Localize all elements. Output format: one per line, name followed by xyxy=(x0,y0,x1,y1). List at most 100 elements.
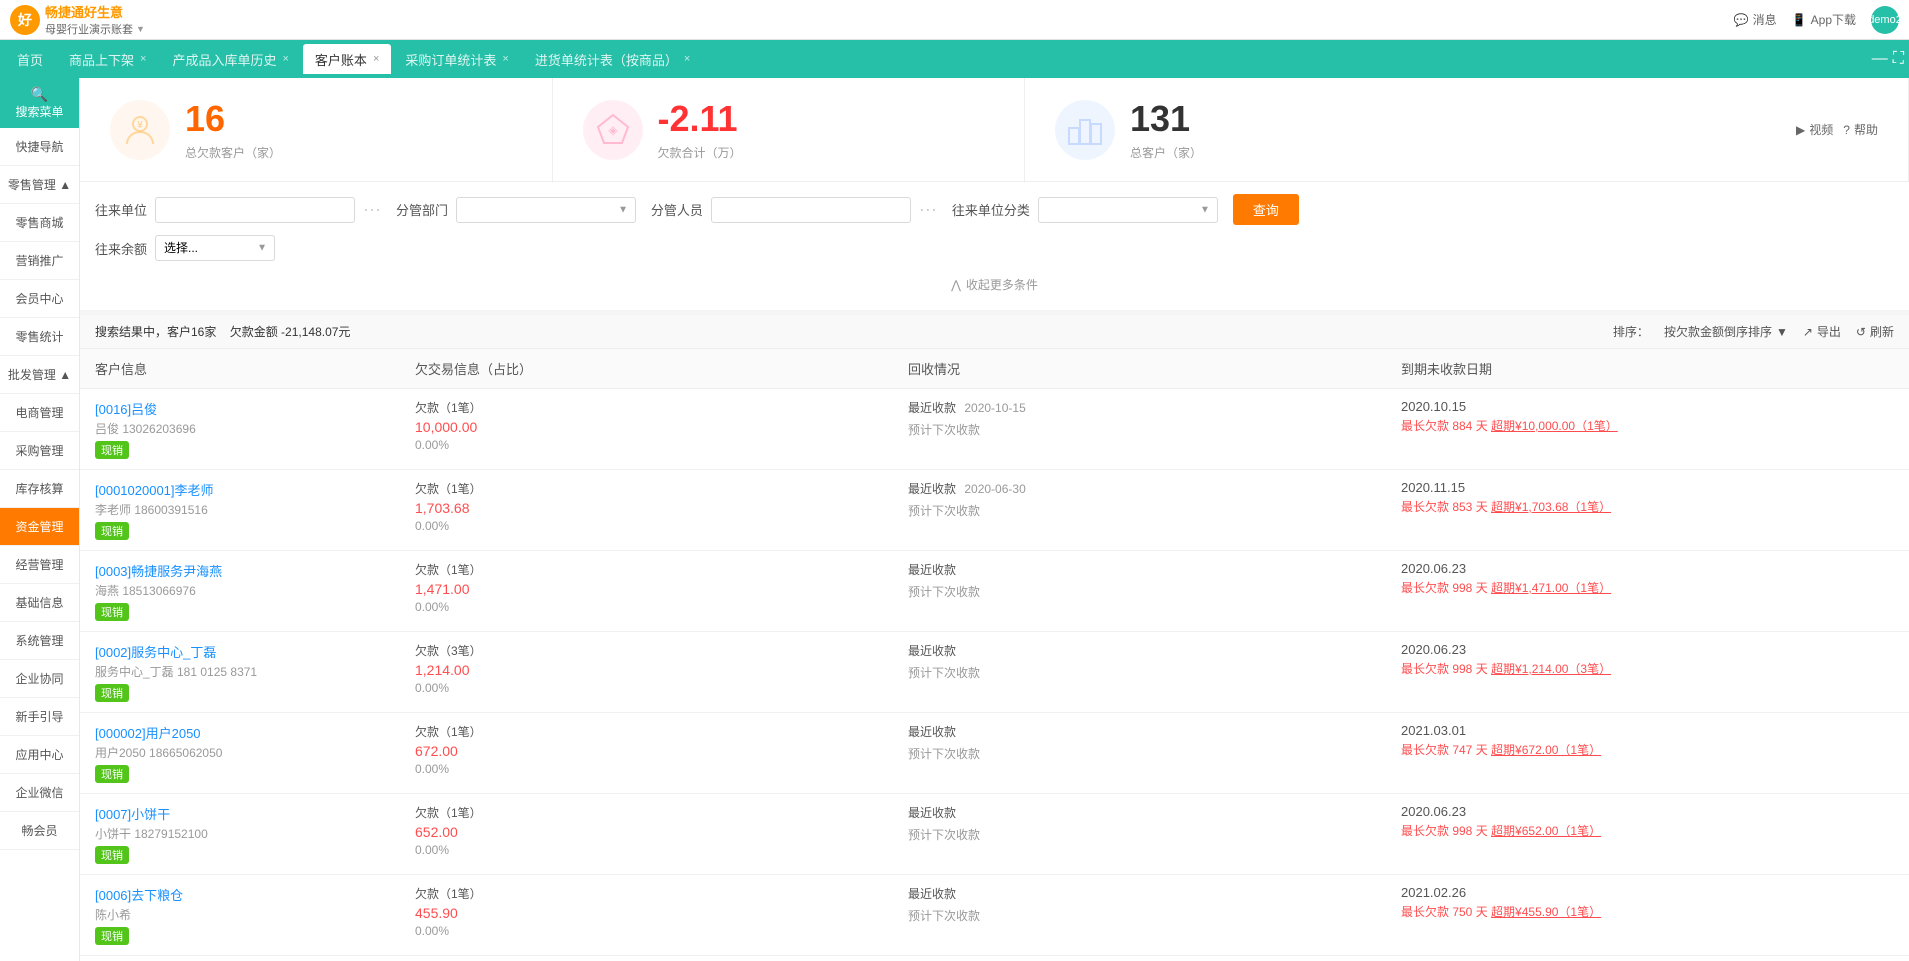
table-row: [0001020001]李老师 李老师 18600391516 现销 欠款（1笔… xyxy=(80,470,1909,551)
customer-badge-5: 现销 xyxy=(95,846,129,864)
app-download-action[interactable]: 📱 App下载 xyxy=(1792,11,1856,28)
export-button[interactable]: ↗ 导出 xyxy=(1803,323,1841,340)
stat-card-total-customers: 131 总客户（家） ▶ 视频 ? 帮助 xyxy=(1025,78,1909,181)
sidebar-app-center-label: 应用中心 xyxy=(5,746,74,763)
customer-name-1[interactable]: [0001020001]李老师 xyxy=(95,480,415,499)
app-icon: 📱 xyxy=(1792,13,1807,27)
collect-cell-5: 最近收款 预计下次收款 xyxy=(908,804,1401,843)
sidebar-quick-nav[interactable]: 快捷导航 xyxy=(0,128,79,166)
sidebar-retail-mall-label: 零售商城 xyxy=(5,214,74,231)
table-row: [0006]去下粮仓 陈小希 现销 欠款（1笔） 455.90 0.00% 最近… xyxy=(80,875,1909,956)
tab-close-purchase-stats[interactable]: × xyxy=(684,53,690,65)
collect-cell-3: 最近收款 预计下次收款 xyxy=(908,642,1401,681)
customer-name-4[interactable]: [000002]用户2050 xyxy=(95,723,415,742)
overdue-link-4[interactable]: 超期¥672.00（1笔） xyxy=(1491,743,1601,757)
sidebar-batch-mgmt-label: 批发管理 ▲ xyxy=(5,366,74,383)
customer-name-0[interactable]: [0016]吕俊 xyxy=(95,399,415,418)
results-bar: 搜索结果中，客户16家 欠款金额 -21,148.07元 排序： 按欠款金额倒序… xyxy=(80,315,1909,349)
debt-cell-0: 欠款（1笔） 10,000.00 0.00% xyxy=(415,399,908,452)
sidebar-item-enterprise-collab[interactable]: 企业协同 xyxy=(0,660,79,698)
sidebar-item-marketing[interactable]: 营销推广 xyxy=(0,242,79,280)
refresh-icon: ↺ xyxy=(1856,325,1866,339)
tab-product-offline[interactable]: 商品上下架 × xyxy=(57,44,158,74)
sidebar-ecommerce-label: 电商管理 xyxy=(5,404,74,421)
sidebar-item-vip[interactable]: 畅会员 xyxy=(0,812,79,850)
overdue-link-6[interactable]: 超期¥455.90（1笔） xyxy=(1491,905,1601,919)
refresh-button[interactable]: ↺ 刷新 xyxy=(1856,323,1894,340)
sidebar-search-label: 搜索菜单 xyxy=(5,103,74,120)
customer-name-6[interactable]: [0006]去下粮仓 xyxy=(95,885,415,904)
customer-contact-4: 用户2050 18665062050 xyxy=(95,744,415,761)
tab-close-product-offline[interactable]: × xyxy=(140,53,146,65)
customer-name-3[interactable]: [0002]服务中心_丁磊 xyxy=(95,642,415,661)
sidebar-item-retail-mall[interactable]: 零售商城 xyxy=(0,204,79,242)
overdue-link-5[interactable]: 超期¥652.00（1笔） xyxy=(1491,824,1601,838)
sidebar-item-ecommerce[interactable]: 电商管理 xyxy=(0,394,79,432)
category-select[interactable] xyxy=(1038,197,1218,223)
sidebar-item-app-center[interactable]: 应用中心 xyxy=(0,736,79,774)
sidebar-basic-info-label: 基础信息 xyxy=(5,594,74,611)
sidebar-item-basic-info[interactable]: 基础信息 xyxy=(0,584,79,622)
tab-home[interactable]: 首页 xyxy=(5,44,55,74)
search-button[interactable]: 查询 xyxy=(1233,194,1299,225)
balance-select[interactable]: 选择... xyxy=(155,235,275,261)
collapse-button[interactable]: ⋀ 收起更多条件 xyxy=(95,271,1894,298)
source-unit-label: 往来单位 xyxy=(95,200,147,219)
sidebar-item-inventory[interactable]: 库存核算 xyxy=(0,470,79,508)
tab-purchase-stats[interactable]: 进货单统计表（按商品） × xyxy=(523,44,702,74)
dropdown-arrow: ▼ xyxy=(136,24,145,34)
sidebar-retail-mgmt-label: 零售管理 ▲ xyxy=(5,176,74,193)
sidebar-item-new-guide[interactable]: 新手引导 xyxy=(0,698,79,736)
customer-contact-1: 李老师 18600391516 xyxy=(95,501,415,518)
sidebar: 🔍 搜索菜单 快捷导航 零售管理 ▲ 零售商城 营销推广 会员中心 零售统计 批… xyxy=(0,78,80,961)
tab-product-history[interactable]: 产成品入库单历史 × xyxy=(160,44,300,74)
sidebar-item-capital[interactable]: 资金管理 xyxy=(0,508,79,546)
overdue-link-1[interactable]: 超期¥1,703.68（1笔） xyxy=(1491,500,1611,514)
customer-name-5[interactable]: [0007]小饼干 xyxy=(95,804,415,823)
sidebar-item-batch-mgmt[interactable]: 批发管理 ▲ xyxy=(0,356,79,394)
tab-minimize-button[interactable]: — xyxy=(1872,50,1888,68)
stat-card-debt-amount: ◈ -2.11 欠款合计（万） xyxy=(553,78,1026,181)
sidebar-item-retail-mgmt[interactable]: 零售管理 ▲ xyxy=(0,166,79,204)
sidebar-item-member[interactable]: 会员中心 xyxy=(0,280,79,318)
help-action[interactable]: ? 帮助 xyxy=(1843,121,1878,138)
message-action[interactable]: 💬 消息 xyxy=(1734,11,1777,28)
main-layout: 🔍 搜索菜单 快捷导航 零售管理 ▲ 零售商城 营销推广 会员中心 零售统计 批… xyxy=(0,78,1909,961)
customer-cell-4: [000002]用户2050 用户2050 18665062050 现销 xyxy=(95,723,415,783)
filter-source-unit: 往来单位 ··· xyxy=(95,197,381,223)
source-unit-input[interactable] xyxy=(155,197,355,223)
tab-close-product-history[interactable]: × xyxy=(282,53,288,65)
sidebar-ops-label: 经营管理 xyxy=(5,556,74,573)
sidebar-item-system[interactable]: 系统管理 xyxy=(0,622,79,660)
due-cell-6: 2021.02.26 最长欠款 750 天 超期¥455.90（1笔） xyxy=(1401,885,1894,920)
total-customers-number: 131 xyxy=(1130,98,1202,140)
tab-close-purchase-order[interactable]: × xyxy=(502,53,508,65)
person-dots[interactable]: ··· xyxy=(919,199,937,220)
tab-maximize-button[interactable]: ⛶ xyxy=(1893,50,1904,68)
sidebar-retail-stats-label: 零售统计 xyxy=(5,328,74,345)
person-input[interactable] xyxy=(711,197,911,223)
customer-cell-2: [0003]畅捷服务尹海燕 海燕 18513066976 现销 xyxy=(95,561,415,621)
sidebar-item-retail-stats[interactable]: 零售统计 xyxy=(0,318,79,356)
customer-badge-0: 现销 xyxy=(95,441,129,459)
customer-cell-5: [0007]小饼干 小饼干 18279152100 现销 xyxy=(95,804,415,864)
user-profile[interactable]: demo2 xyxy=(1871,6,1899,34)
customer-name-2[interactable]: [0003]畅捷服务尹海燕 xyxy=(95,561,415,580)
tab-purchase-order[interactable]: 采购订单统计表 × xyxy=(393,44,520,74)
sidebar-item-enterprise-wx[interactable]: 企业微信 xyxy=(0,774,79,812)
tab-customer-account[interactable]: 客户账本 × xyxy=(303,44,391,74)
svg-text:◈: ◈ xyxy=(608,123,618,137)
total-customers-info: 131 总客户（家） xyxy=(1130,98,1202,161)
video-action[interactable]: ▶ 视频 xyxy=(1796,121,1833,138)
sidebar-item-ops[interactable]: 经营管理 xyxy=(0,546,79,584)
logo-area: 好 畅捷通好生意 母婴行业演示账套 ▼ xyxy=(10,2,145,37)
sidebar-search[interactable]: 🔍 搜索菜单 xyxy=(0,78,79,128)
overdue-link-3[interactable]: 超期¥1,214.00（3笔） xyxy=(1491,662,1611,676)
dept-select[interactable] xyxy=(456,197,636,223)
overdue-link-2[interactable]: 超期¥1,471.00（1笔） xyxy=(1491,581,1611,595)
overdue-link-0[interactable]: 超期¥10,000.00（1笔） xyxy=(1491,419,1618,433)
tab-close-customer-account[interactable]: × xyxy=(373,53,379,65)
sort-button[interactable]: 按欠款金额倒序排序 ▼ xyxy=(1664,323,1788,340)
source-unit-dots[interactable]: ··· xyxy=(363,199,381,220)
sidebar-item-purchase[interactable]: 采购管理 xyxy=(0,432,79,470)
